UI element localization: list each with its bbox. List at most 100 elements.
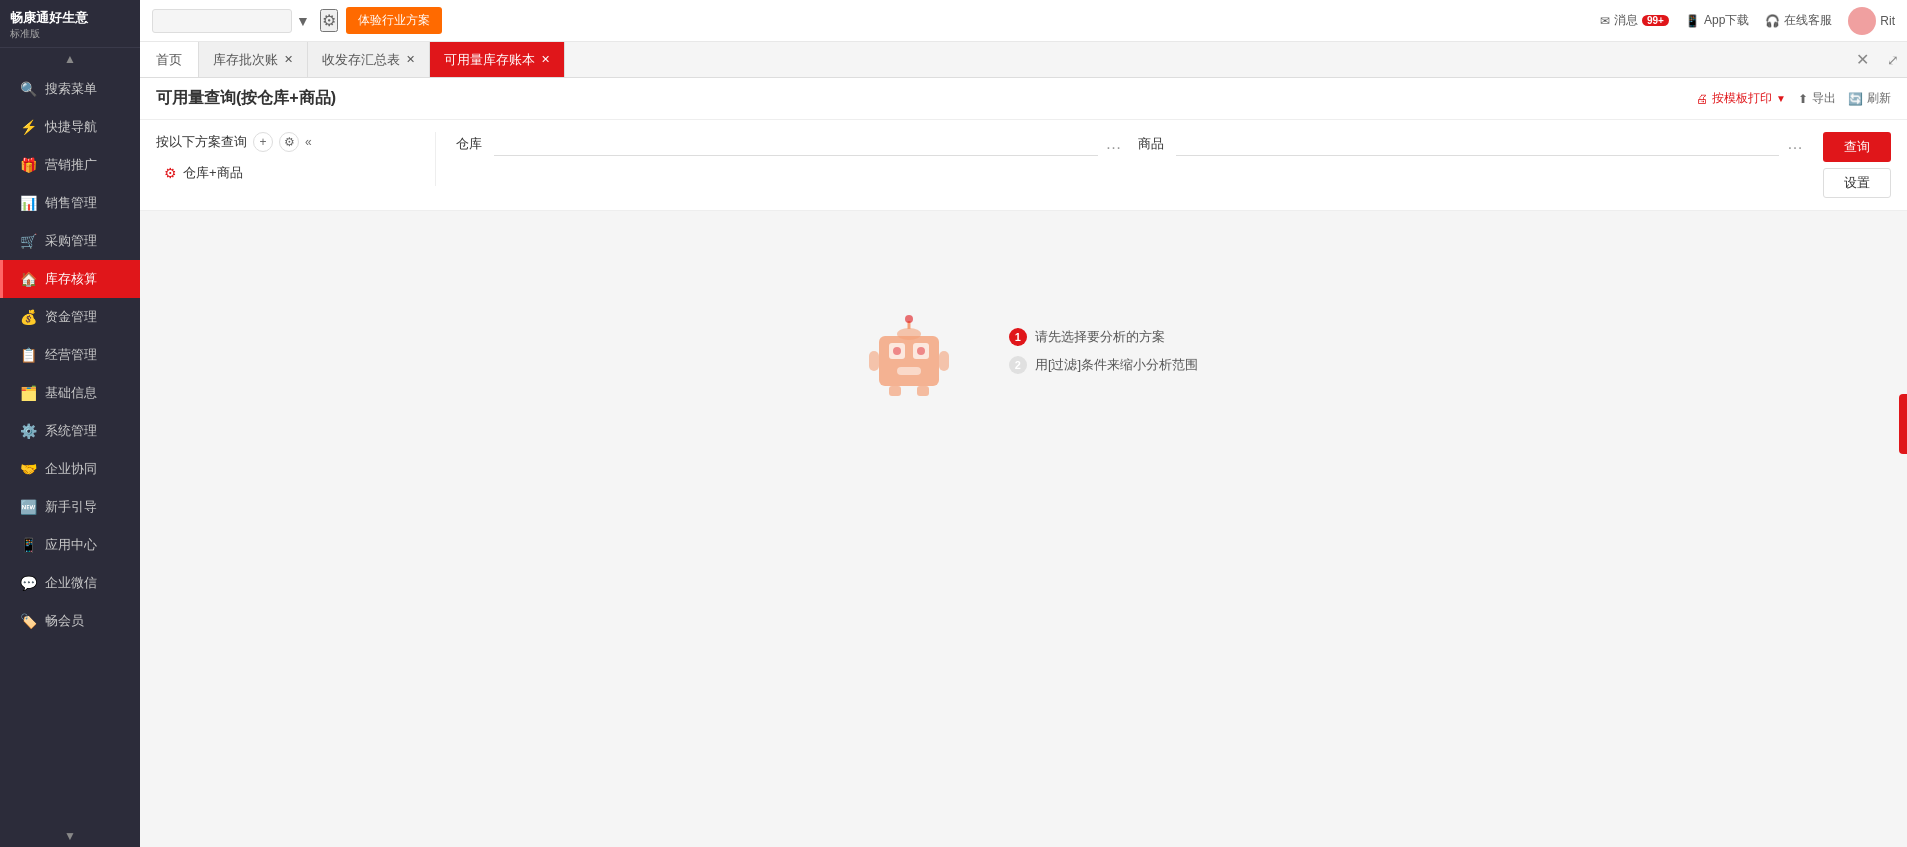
print-icon: 🖨 [1696, 92, 1708, 106]
marketing-icon: 🎁 [19, 157, 37, 173]
tabs-expand-btn[interactable]: ⤢ [1879, 42, 1907, 77]
sidebar-item-label: 搜索菜单 [45, 80, 97, 98]
app-download-label: App下载 [1704, 12, 1749, 29]
sidebar-item-finance[interactable]: 💰 资金管理 [0, 298, 140, 336]
logo-title: 畅康通好生意 [10, 10, 130, 27]
sidebar-item-wechat[interactable]: 💬 企业微信 [0, 564, 140, 602]
svg-rect-0 [879, 336, 939, 386]
sidebar-item-label: 基础信息 [45, 384, 97, 402]
app-download-btn[interactable]: 📱 App下载 [1685, 12, 1749, 29]
experience-industry-btn[interactable]: 体验行业方案 [346, 7, 442, 34]
page-actions: 🖨 按模板打印 ▼ ⬆ 导出 🔄 刷新 [1696, 90, 1891, 107]
sidebar-scroll-down[interactable]: ▼ [0, 825, 140, 847]
tab-available-ledger-close[interactable]: ✕ [541, 53, 550, 66]
tab-receive-summary-label: 收发存汇总表 [322, 51, 400, 69]
tab-home[interactable]: 首页 [140, 42, 199, 77]
tip-num-2: 2 [1009, 356, 1027, 374]
sidebar-item-app-center[interactable]: 📱 应用中心 [0, 526, 140, 564]
sidebar-item-quick-nav[interactable]: ⚡ 快捷导航 [0, 108, 140, 146]
sidebar-item-search[interactable]: 🔍 搜索菜单 [0, 70, 140, 108]
svg-rect-6 [889, 386, 901, 396]
tab-batch-ledger-label: 库存批次账 [213, 51, 278, 69]
filter-warehouse-field: 仓库 … [456, 132, 1122, 156]
print-dropdown-icon: ▼ [1776, 93, 1786, 104]
avatar [1848, 7, 1876, 35]
edit-scheme-btn[interactable]: ⚙ [279, 132, 299, 152]
tab-available-ledger[interactable]: 可用量库存账本 ✕ [430, 42, 565, 77]
sidebar-item-system[interactable]: ⚙️ 系统管理 [0, 412, 140, 450]
sidebar-item-label: 企业微信 [45, 574, 97, 592]
cooperation-icon: 🤝 [19, 461, 37, 477]
page-header: 可用量查询(按仓库+商品) 🖨 按模板打印 ▼ ⬆ 导出 🔄 刷新 [140, 78, 1907, 120]
scheme-item-icon: ⚙ [164, 165, 177, 181]
tab-batch-ledger-close[interactable]: ✕ [284, 53, 293, 66]
sidebar-item-cooperation[interactable]: 🤝 企业协同 [0, 450, 140, 488]
sidebar-item-label: 畅会员 [45, 612, 84, 630]
svg-rect-7 [917, 386, 929, 396]
export-btn[interactable]: ⬆ 导出 [1798, 90, 1836, 107]
sidebar-item-marketing[interactable]: 🎁 营销推广 [0, 146, 140, 184]
tab-available-ledger-label: 可用量库存账本 [444, 51, 535, 69]
message-btn[interactable]: ✉ 消息 99+ [1600, 12, 1669, 29]
empty-tip-1: 1 请先选择要分析的方案 [1009, 328, 1198, 346]
online-service-btn[interactable]: 🎧 在线客服 [1765, 12, 1832, 29]
warehouse-more-btn[interactable]: … [1106, 135, 1122, 153]
filter-product-field: 商品 … [1138, 132, 1804, 156]
topbar-right: ✉ 消息 99+ 📱 App下载 🎧 在线客服 Rit [1600, 7, 1895, 35]
settings-gear-btn[interactable]: ⚙ [320, 9, 338, 32]
sidebar-scroll-up[interactable]: ▲ [0, 48, 140, 70]
basic-icon: 🗂️ [19, 385, 37, 401]
sidebar-item-label: 营销推广 [45, 156, 97, 174]
settings-button[interactable]: 设置 [1823, 168, 1891, 198]
product-more-btn[interactable]: … [1787, 135, 1803, 153]
search-input[interactable] [152, 9, 292, 33]
print-btn[interactable]: 🖨 按模板打印 ▼ [1696, 90, 1786, 107]
tabs-close-all-btn[interactable]: ✕ [1846, 42, 1879, 77]
page-content: 可用量查询(按仓库+商品) 🖨 按模板打印 ▼ ⬆ 导出 🔄 刷新 [140, 78, 1907, 847]
warehouse-input[interactable] [494, 132, 1098, 156]
sidebar-item-guide[interactable]: 🆕 新手引导 [0, 488, 140, 526]
sidebar-item-sales[interactable]: 📊 销售管理 [0, 184, 140, 222]
empty-state: 1 请先选择要分析的方案 2 用[过滤]条件来缩小分析范围 [140, 211, 1907, 491]
empty-tips: 1 请先选择要分析的方案 2 用[过滤]条件来缩小分析范围 [1009, 328, 1198, 374]
sidebar-item-label: 采购管理 [45, 232, 97, 250]
add-scheme-btn[interactable]: + [253, 132, 273, 152]
filter-scheme-header: 按以下方案查询 + ⚙ « [156, 132, 419, 152]
tab-receive-summary-close[interactable]: ✕ [406, 53, 415, 66]
search-dropdown-btn[interactable]: ▼ [296, 13, 310, 29]
collapse-btn[interactable]: « [305, 135, 312, 149]
right-scroll-hint [1899, 394, 1907, 454]
sidebar-item-label: 新手引导 [45, 498, 97, 516]
guide-icon: 🆕 [19, 499, 37, 515]
svg-point-10 [905, 315, 913, 323]
sidebar-item-member[interactable]: 🏷️ 畅会员 [0, 602, 140, 640]
wechat-icon: 💬 [19, 575, 37, 591]
message-icon: ✉ [1600, 14, 1610, 28]
refresh-label: 刷新 [1867, 90, 1891, 107]
sidebar-item-label: 销售管理 [45, 194, 97, 212]
scheme-item-label: 仓库+商品 [183, 164, 243, 182]
filter-scheme-panel: 按以下方案查询 + ⚙ « ⚙ 仓库+商品 [156, 132, 436, 186]
sidebar-item-purchase[interactable]: 🛒 采购管理 [0, 222, 140, 260]
sidebar-item-operation[interactable]: 📋 经营管理 [0, 336, 140, 374]
user-avatar-area[interactable]: Rit [1848, 7, 1895, 35]
query-button[interactable]: 查询 [1823, 132, 1891, 162]
svg-point-12 [917, 347, 925, 355]
tab-batch-ledger[interactable]: 库存批次账 ✕ [199, 42, 308, 77]
filter-scheme-label: 按以下方案查询 [156, 133, 247, 151]
refresh-btn[interactable]: 🔄 刷新 [1848, 90, 1891, 107]
scheme-item-warehouse-product[interactable]: ⚙ 仓库+商品 [156, 160, 419, 186]
operation-icon: 📋 [19, 347, 37, 363]
empty-tip-2: 2 用[过滤]条件来缩小分析范围 [1009, 356, 1198, 374]
filter-actions: 查询 设置 [1803, 132, 1891, 198]
svg-point-11 [893, 347, 901, 355]
sidebar-item-label: 企业协同 [45, 460, 97, 478]
sidebar-item-basic[interactable]: 🗂️ 基础信息 [0, 374, 140, 412]
inventory-icon: 🏠 [19, 271, 37, 287]
filter-area: 按以下方案查询 + ⚙ « ⚙ 仓库+商品 仓库 … [140, 120, 1907, 211]
svg-rect-3 [897, 367, 921, 375]
product-input[interactable] [1176, 132, 1780, 156]
sidebar-item-inventory[interactable]: 🏠 库存核算 [0, 260, 140, 298]
tab-receive-summary[interactable]: 收发存汇总表 ✕ [308, 42, 430, 77]
page-title: 可用量查询(按仓库+商品) [156, 88, 336, 109]
